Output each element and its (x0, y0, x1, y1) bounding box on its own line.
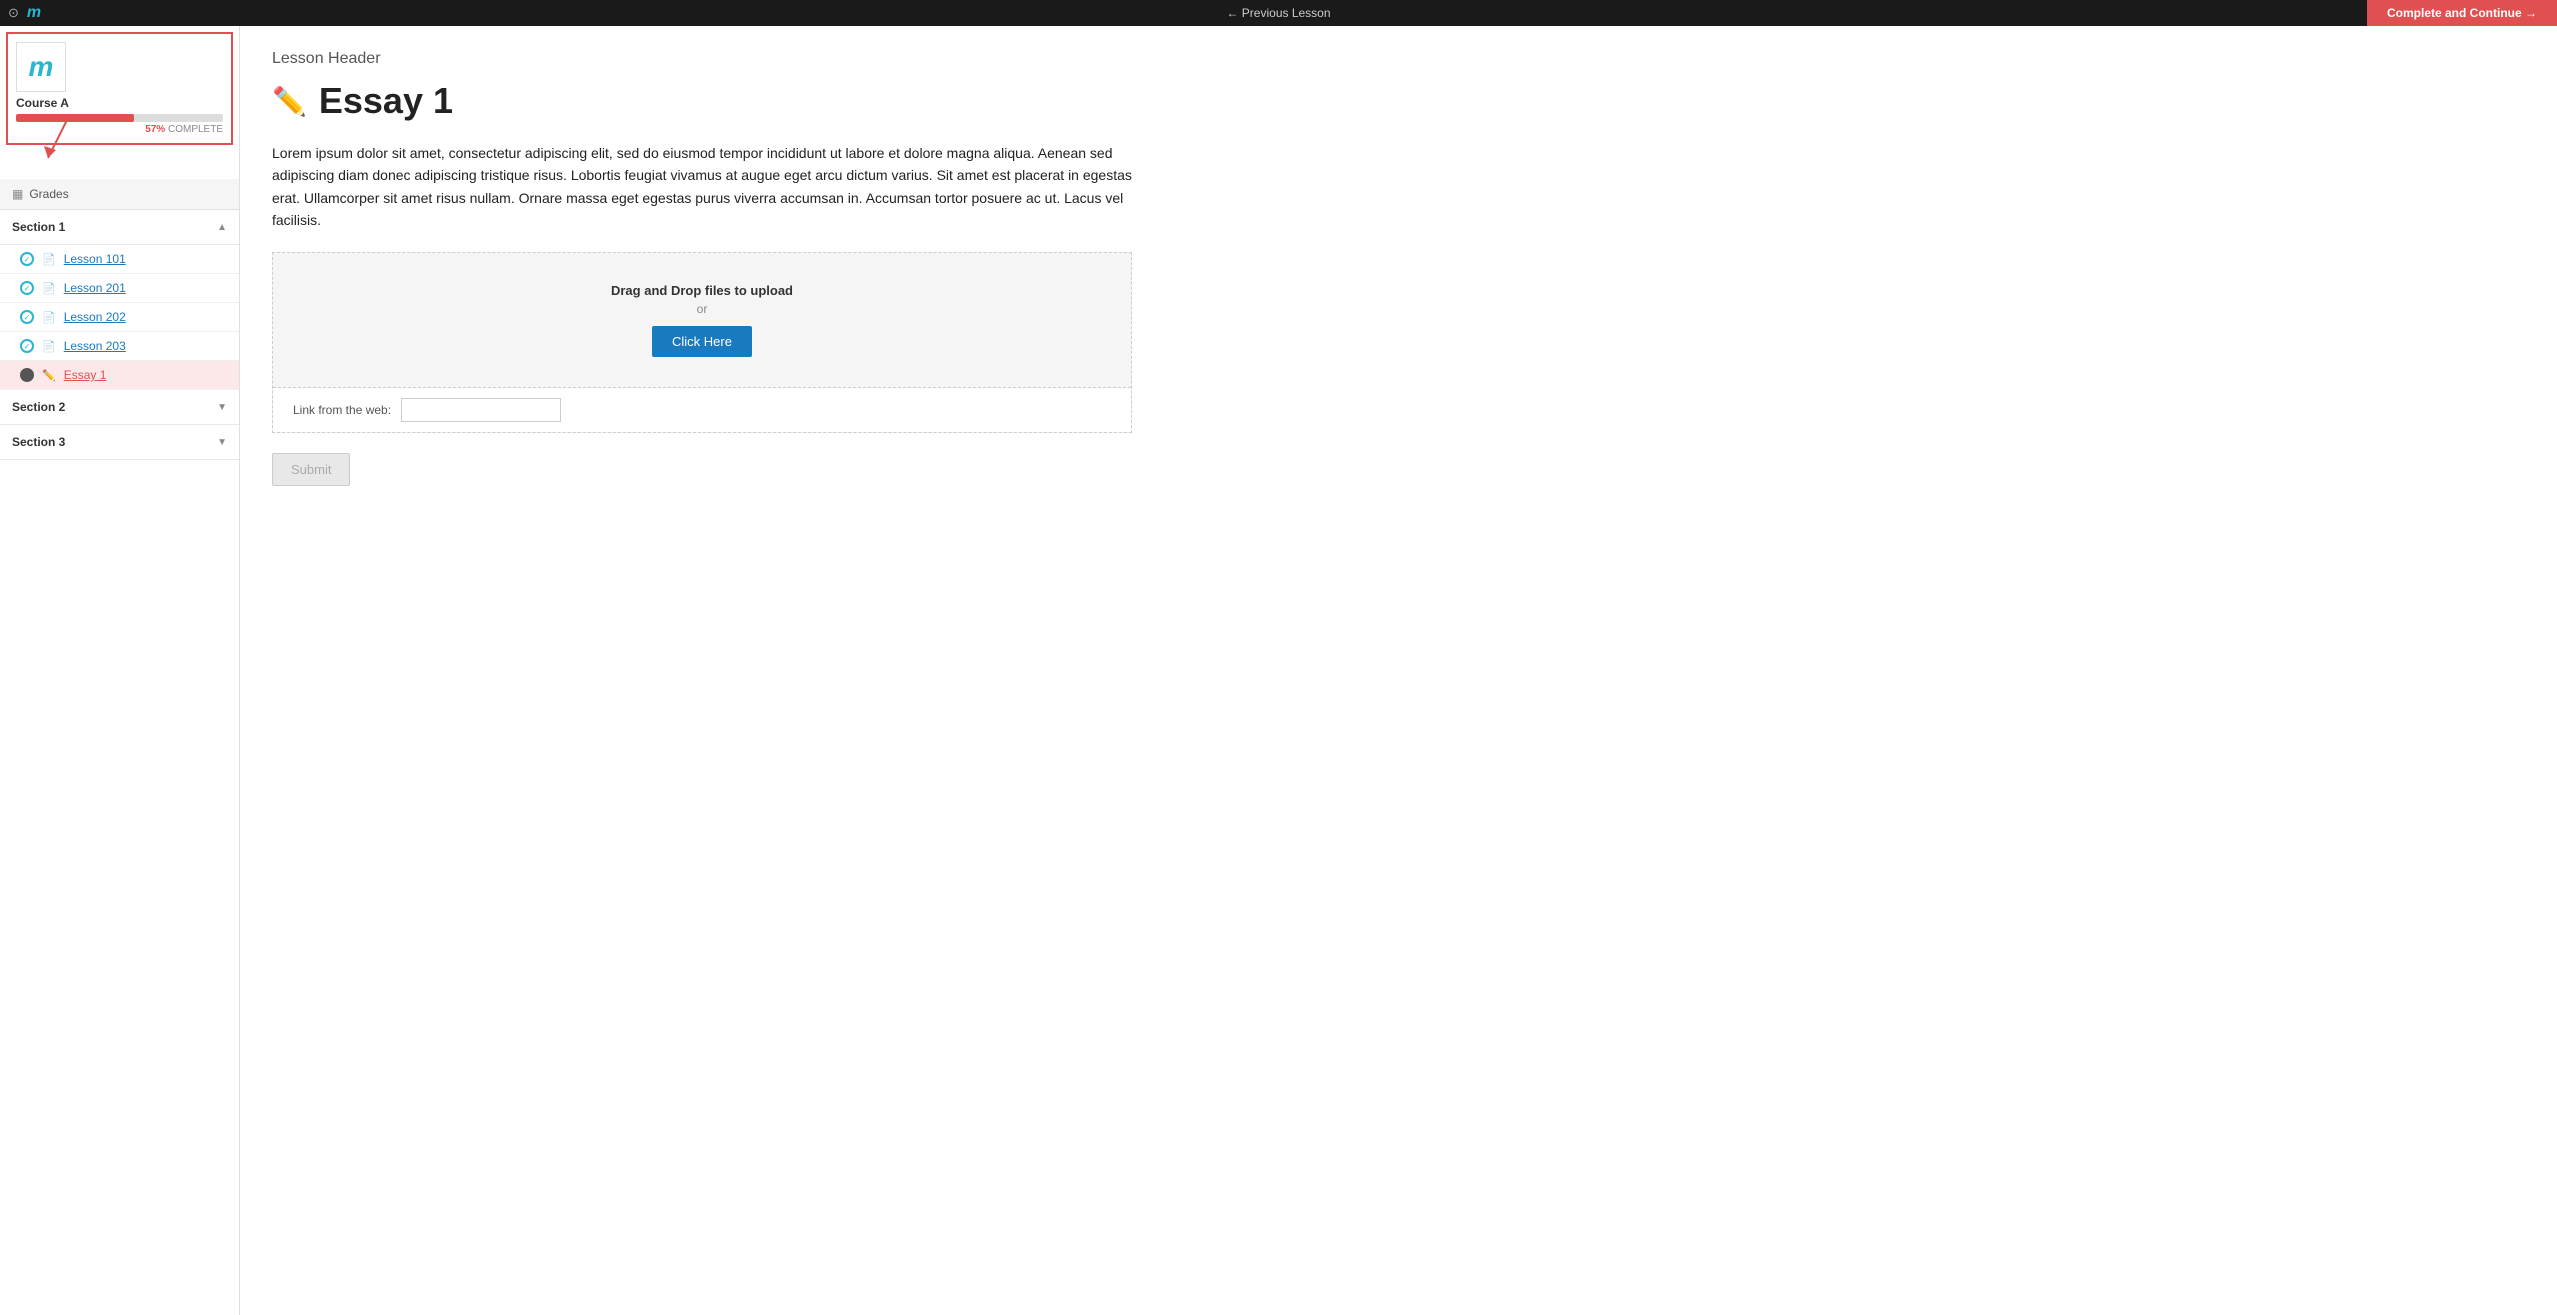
complete-continue-button[interactable]: Complete and Continue → (2387, 6, 2537, 20)
link-input[interactable] (401, 398, 561, 422)
upload-inner[interactable]: Drag and Drop files to upload or Click H… (273, 253, 1131, 388)
sidebar: m Course A 57% COMPLETE ▦ Grades (0, 26, 240, 1315)
link-label: Link from the web: (293, 403, 391, 417)
content-area: Lesson Header ✏️ Essay 1 Lorem ipsum dol… (240, 26, 2557, 1315)
course-header-box: m Course A 57% COMPLETE (6, 32, 233, 145)
pencil-large-icon: ✏️ (272, 85, 307, 118)
doc-icon-202: 📄 (42, 311, 56, 324)
lesson-check-201 (20, 281, 34, 295)
section-2-chevron: ▼ (217, 402, 227, 413)
section-3-chevron: ▼ (217, 437, 227, 448)
lesson-item-203[interactable]: 📄 Lesson 203 (0, 332, 239, 361)
doc-icon-203: 📄 (42, 340, 56, 353)
progress-percent: 57% (145, 124, 165, 135)
lesson-check-202 (20, 310, 34, 324)
course-logo-letter: m (29, 51, 54, 83)
section-1-label: Section 1 (12, 220, 65, 234)
progress-bar-fill (16, 114, 134, 122)
grades-label: Grades (29, 187, 68, 201)
progress-text: 57% COMPLETE (16, 124, 223, 135)
upload-box: Drag and Drop files to upload or Click H… (272, 252, 1132, 433)
lesson-item-201[interactable]: 📄 Lesson 201 (0, 274, 239, 303)
click-here-button[interactable]: Click Here (652, 326, 752, 357)
progress-complete-label: COMPLETE (168, 124, 223, 135)
main-layout: m Course A 57% COMPLETE ▦ Grades (0, 26, 2557, 1315)
essay-title-row: ✏️ Essay 1 (272, 80, 2525, 122)
course-title: Course A (16, 96, 223, 110)
course-logo: m (16, 42, 66, 92)
essay-body: Lorem ipsum dolor sit amet, consectetur … (272, 142, 1132, 232)
essay-title: Essay 1 (319, 80, 453, 122)
complete-continue-area[interactable]: Complete and Continue → (2367, 0, 2557, 26)
top-bar-left: ⊙ m (0, 4, 41, 22)
top-bar-logo: m (27, 4, 41, 22)
section-3-label: Section 3 (12, 435, 65, 449)
progress-bar-container (16, 114, 223, 122)
lesson-item-essay1[interactable]: ✏️ Essay 1 (0, 361, 239, 390)
section-header-1[interactable]: Section 1 ▲ (0, 210, 239, 245)
lesson-name-201: Lesson 201 (64, 281, 126, 295)
lesson-check-203 (20, 339, 34, 353)
top-bar: ⊙ m ← Previous Lesson Complete and Conti… (0, 0, 2557, 26)
lesson-name-essay1: Essay 1 (64, 368, 107, 382)
lesson-header-title: Lesson Header (272, 50, 2525, 68)
upload-drag-text: Drag and Drop files to upload (303, 283, 1101, 298)
lesson-item-101[interactable]: 📄 Lesson 101 (0, 245, 239, 274)
lesson-check-101 (20, 252, 34, 266)
doc-icon-201: 📄 (42, 282, 56, 295)
section-1-chevron: ▲ (217, 222, 227, 233)
lesson-check-essay1 (20, 368, 34, 382)
grades-icon: ▦ (12, 187, 23, 201)
globe-icon: ⊙ (8, 5, 19, 21)
lesson-item-202[interactable]: 📄 Lesson 202 (0, 303, 239, 332)
link-row: Link from the web: (273, 388, 1131, 432)
doc-icon-101: 📄 (42, 253, 56, 266)
upload-or-text: or (303, 302, 1101, 316)
lesson-name-101: Lesson 101 (64, 252, 126, 266)
section-header-3[interactable]: Section 3 ▼ (0, 425, 239, 460)
lesson-name-203: Lesson 203 (64, 339, 126, 353)
grades-row[interactable]: ▦ Grades (0, 179, 239, 210)
submit-button[interactable]: Submit (272, 453, 350, 486)
top-bar-center: ← Previous Lesson (1226, 6, 1330, 20)
lesson-name-202: Lesson 202 (64, 310, 126, 324)
pencil-icon-essay1: ✏️ (42, 369, 56, 382)
prev-lesson-button[interactable]: ← Previous Lesson (1226, 6, 1330, 20)
section-2-label: Section 2 (12, 400, 65, 414)
section-header-2[interactable]: Section 2 ▼ (0, 390, 239, 425)
